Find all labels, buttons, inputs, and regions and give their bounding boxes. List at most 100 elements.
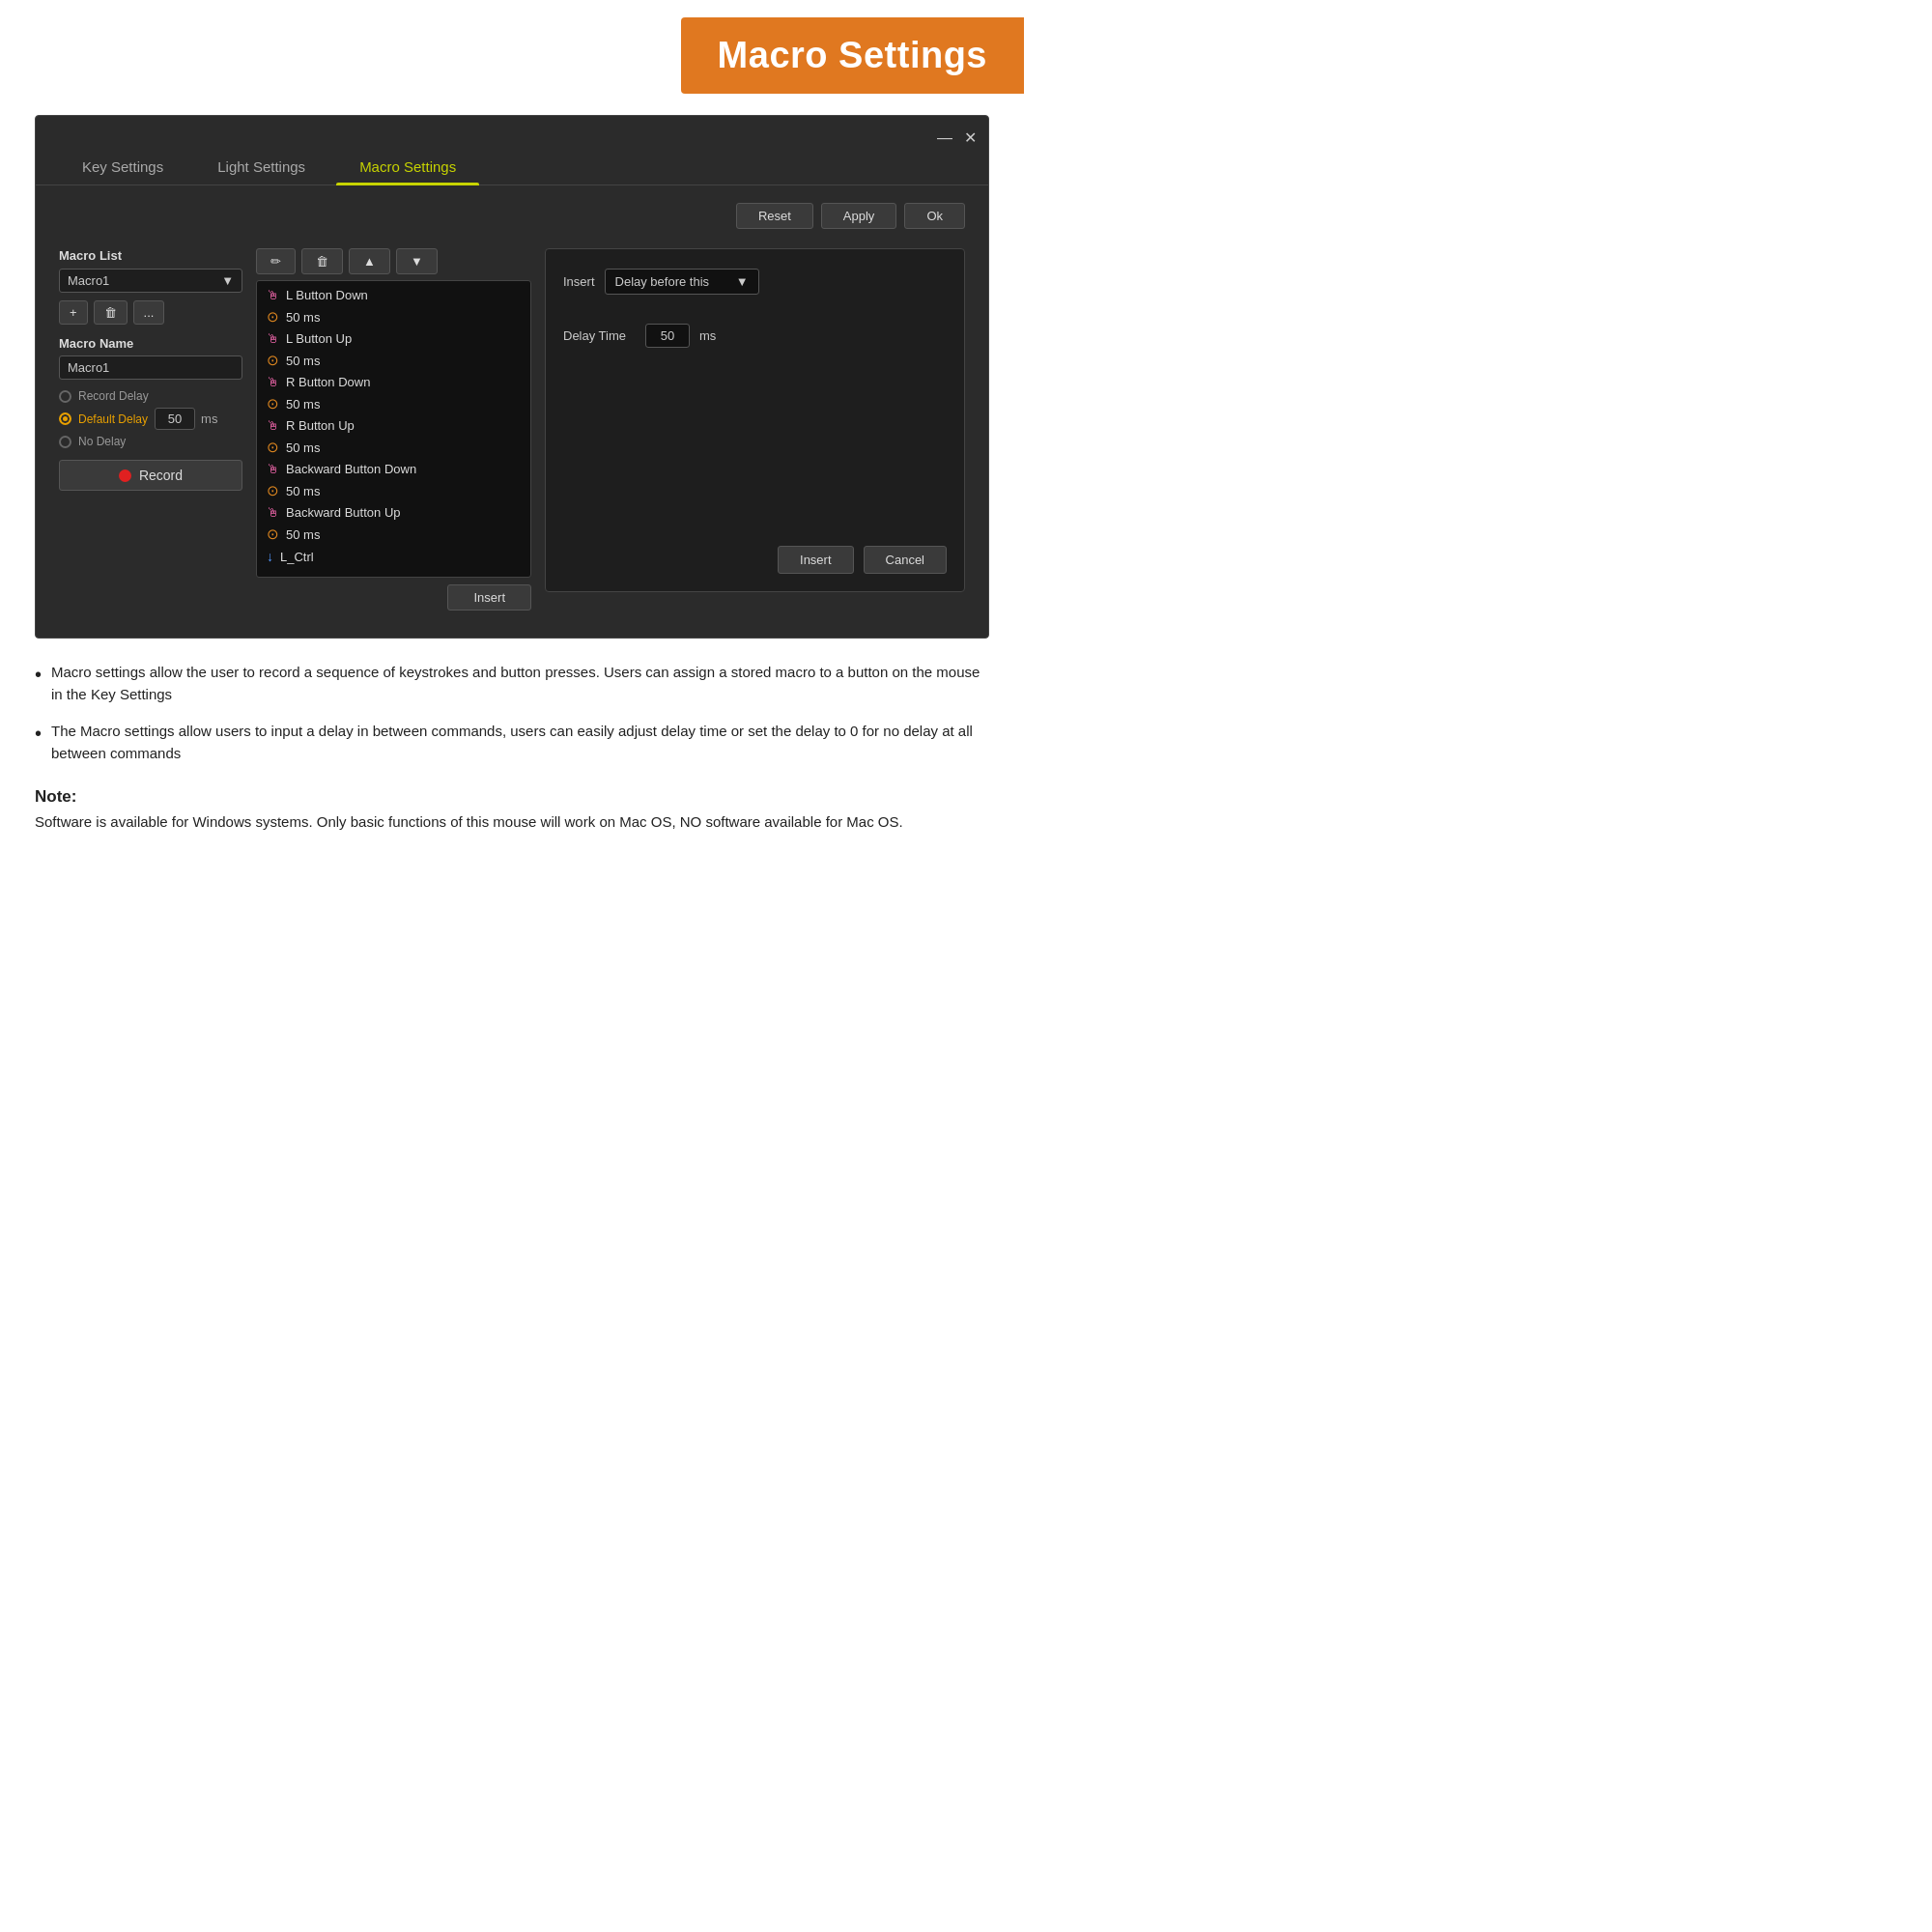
record-delay-radio[interactable] — [59, 390, 71, 403]
tab-key-settings[interactable]: Key Settings — [59, 153, 186, 185]
list-item-text: L Button Down — [286, 288, 368, 302]
tab-macro-settings[interactable]: Macro Settings — [336, 153, 479, 185]
list-item-icon: ↓ — [267, 549, 273, 564]
title-bar: — ✕ — [36, 116, 988, 153]
list-item-icon: 🖱 — [267, 288, 279, 302]
list-item[interactable]: 🖱Backward Button Down — [257, 459, 530, 479]
list-item-icon: 🖱 — [267, 418, 279, 433]
default-delay-radio[interactable] — [59, 412, 71, 425]
delete-list-button[interactable]: 🗑 — [301, 248, 343, 274]
list-item-text: Backward Button Down — [286, 462, 416, 476]
content-area: Reset Apply Ok Macro List Macro1 ▼ + 🗑 .… — [36, 185, 988, 624]
main-layout: Macro List Macro1 ▼ + 🗑 ... Macro Name — [59, 248, 965, 611]
list-item-icon: ⊙ — [267, 395, 279, 412]
bullet-dot: • — [35, 719, 42, 748]
delay-time-input[interactable] — [645, 324, 690, 348]
list-item-text: 50 ms — [286, 527, 320, 542]
list-item-icon: ⊙ — [267, 439, 279, 456]
macro-name-label: Macro Name — [59, 336, 242, 351]
move-up-button[interactable]: ▲ — [349, 248, 390, 274]
tabs-bar: Key Settings Light Settings Macro Settin… — [36, 153, 988, 185]
list-item-text: R Button Down — [286, 375, 370, 389]
list-item-icon: 🖱 — [267, 505, 279, 520]
delay-value-row: ms — [155, 408, 217, 430]
list-item-text: L_Ctrl — [280, 550, 314, 564]
bullet-text: The Macro settings allow users to input … — [51, 721, 989, 764]
list-item-text: 50 ms — [286, 397, 320, 412]
list-item[interactable]: ⊙ 50 ms — [257, 523, 530, 546]
top-actions: Reset Apply Ok — [59, 203, 965, 229]
default-delay-option[interactable]: Default Delay ms — [59, 408, 242, 430]
app-window: — ✕ Key Settings Light Settings Macro Se… — [35, 115, 989, 639]
list-item[interactable]: ⊙ 50 ms — [257, 436, 530, 459]
macro-action-row: + 🗑 ... — [59, 300, 242, 325]
apply-button[interactable]: Apply — [821, 203, 897, 229]
list-item[interactable]: 🖱L Button Up — [257, 328, 530, 349]
list-item[interactable]: ⊙ 50 ms — [257, 392, 530, 415]
bullet-text: Macro settings allow the user to record … — [51, 662, 989, 705]
right-insert-button[interactable]: Insert — [778, 546, 854, 574]
insert-btn-row: Insert — [256, 584, 531, 611]
no-delay-option[interactable]: No Delay — [59, 435, 242, 448]
list-item-text: L Button Up — [286, 331, 352, 346]
list-item-text: R Button Up — [286, 418, 355, 433]
list-item[interactable]: 🖱 L Button Down — [257, 285, 530, 305]
note-title: Note: — [35, 787, 989, 807]
record-button[interactable]: Record — [59, 460, 242, 491]
list-item-icon: ⊙ — [267, 308, 279, 326]
insert-row: Insert Delay before this ▼ — [563, 269, 947, 295]
macro-dropdown[interactable]: Macro1 ▼ — [59, 269, 242, 293]
record-dot-icon — [119, 469, 131, 482]
record-delay-option[interactable]: Record Delay — [59, 389, 242, 403]
macro-list-label: Macro List — [59, 248, 242, 263]
ok-button[interactable]: Ok — [904, 203, 965, 229]
no-delay-radio[interactable] — [59, 436, 71, 448]
insert-bottom-button[interactable]: Insert — [447, 584, 531, 611]
header-title: Macro Settings — [718, 35, 987, 75]
right-action-row: Insert Cancel — [563, 546, 947, 574]
delay-time-label: Delay Time — [563, 328, 626, 343]
add-macro-button[interactable]: + — [59, 300, 88, 325]
minimize-button[interactable]: — — [937, 130, 952, 146]
list-item-text: 50 ms — [286, 440, 320, 455]
list-item-icon: ⊙ — [267, 526, 279, 543]
bullet-item: • The Macro settings allow users to input… — [35, 721, 989, 764]
list-item-text: 50 ms — [286, 484, 320, 498]
macro-select-row: Macro1 ▼ — [59, 269, 242, 293]
list-item[interactable]: ↓ L_Ctrl — [257, 546, 530, 567]
list-item-text: Backward Button Up — [286, 505, 401, 520]
delay-time-row: Delay Time ms — [563, 324, 947, 348]
reset-button[interactable]: Reset — [736, 203, 813, 229]
insert-label: Insert — [563, 274, 595, 289]
list-item-icon: ⊙ — [267, 352, 279, 369]
chevron-down-icon: ▼ — [221, 273, 234, 288]
bullet-item: •Macro settings allow the user to record… — [35, 662, 989, 705]
list-item[interactable]: 🖱 Backward Button Up — [257, 502, 530, 523]
list-item[interactable]: 🖱 R Button Up — [257, 415, 530, 436]
bullets-section: • Macro settings allow the user to record… — [35, 662, 989, 764]
macro-name-input[interactable] — [59, 355, 242, 380]
right-panel: Insert Delay before this ▼ Delay Time ms… — [545, 248, 965, 592]
edit-button[interactable]: ✏ — [256, 248, 296, 274]
delay-unit: ms — [201, 412, 217, 426]
tab-light-settings[interactable]: Light Settings — [194, 153, 328, 185]
list-item-text: 50 ms — [286, 354, 320, 368]
list-item[interactable]: ⊙ 50 ms — [257, 479, 530, 502]
move-down-button[interactable]: ▼ — [396, 248, 438, 274]
delay-type-dropdown[interactable]: Delay before this ▼ — [605, 269, 759, 295]
delay-value-input[interactable] — [155, 408, 195, 430]
delete-macro-button[interactable]: 🗑 — [94, 300, 128, 325]
macro-list-box[interactable]: 🖱L Button Down⊙50 ms🖱L Button Up⊙50 ms🖱R… — [256, 280, 531, 578]
header-banner: Macro Settings — [0, 0, 1024, 94]
header-title-box: Macro Settings — [681, 17, 1024, 94]
note-text: Software is available for Windows system… — [35, 810, 989, 833]
radio-group: Record Delay Default Delay ms No Delay — [59, 389, 242, 448]
list-item[interactable]: ⊙ 50 ms — [257, 349, 530, 372]
list-item-text: 50 ms — [286, 310, 320, 325]
list-item[interactable]: ⊙ 50 ms — [257, 305, 530, 328]
list-item-icon: ⊙ — [267, 482, 279, 499]
more-macro-button[interactable]: ... — [133, 300, 165, 325]
right-cancel-button[interactable]: Cancel — [864, 546, 947, 574]
close-button[interactable]: ✕ — [964, 130, 977, 146]
list-item[interactable]: 🖱R Button Down — [257, 372, 530, 392]
